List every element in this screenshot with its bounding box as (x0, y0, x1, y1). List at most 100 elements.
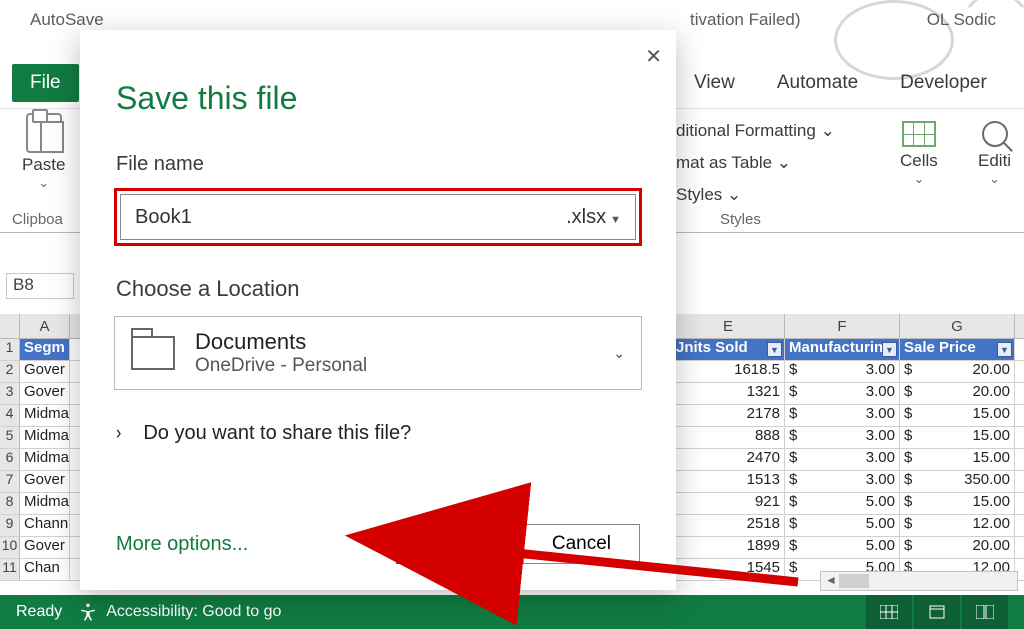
filter-icon[interactable]: ▼ (767, 342, 782, 357)
cell-segment[interactable]: Segm (20, 339, 70, 360)
save-file-dialog: ✕ Save this file File name .xlsx▼ Choose… (80, 30, 676, 590)
page-break-view-icon[interactable] (962, 595, 1008, 629)
cell[interactable]: 1513 (672, 471, 785, 492)
cell[interactable]: 888 (672, 427, 785, 448)
tab-view[interactable]: View (680, 72, 749, 94)
cell[interactable]: $5.00 (785, 537, 900, 558)
location-picker[interactable]: Documents OneDrive - Personal ⌄ (114, 316, 642, 390)
cell-segment[interactable]: Gover (20, 361, 70, 382)
cell[interactable]: $3.00 (785, 383, 900, 404)
cell[interactable]: $350.00 (900, 471, 1015, 492)
filter-icon[interactable]: ▼ (997, 342, 1012, 357)
cell[interactable]: 921 (672, 493, 785, 514)
cell[interactable]: $20.00 (900, 361, 1015, 382)
row-number[interactable]: 8 (0, 493, 20, 514)
column-header[interactable]: E (672, 314, 785, 338)
chevron-down-icon: ⌄ (613, 345, 625, 362)
row-number[interactable]: 10 (0, 537, 20, 558)
editing-dropdown-icon[interactable]: ⌄ (978, 171, 1011, 187)
row-number[interactable]: 11 (0, 559, 20, 580)
paste-dropdown-icon[interactable]: ⌄ (22, 175, 65, 191)
cells-group[interactable]: Cells ⌄ (900, 121, 938, 187)
cell-segment[interactable]: Chan (20, 559, 70, 580)
cell[interactable]: $12.00 (900, 515, 1015, 536)
row-number[interactable]: 1 (0, 339, 20, 360)
horizontal-scrollbar[interactable] (820, 571, 1018, 591)
name-box[interactable]: B8 (6, 273, 74, 299)
cell-segment[interactable]: Midma (20, 405, 70, 426)
cell[interactable]: $3.00 (785, 449, 900, 470)
cell[interactable]: 1545 (672, 559, 785, 580)
cancel-button[interactable]: Cancel (523, 524, 640, 564)
filter-icon[interactable]: ▼ (882, 342, 897, 357)
format-as-table-button[interactable]: mat as Table ⌄ (676, 147, 835, 179)
normal-view-icon[interactable] (866, 595, 912, 629)
cell[interactable]: $15.00 (900, 449, 1015, 470)
tab-automate[interactable]: Automate (763, 72, 872, 94)
cell[interactable]: Sale Price▼ (900, 339, 1015, 360)
cell[interactable]: $15.00 (900, 493, 1015, 514)
cell[interactable]: 2470 (672, 449, 785, 470)
column-header[interactable]: F (785, 314, 900, 338)
cell[interactable]: $3.00 (785, 471, 900, 492)
row-number[interactable]: 2 (0, 361, 20, 382)
page-layout-view-icon[interactable] (914, 595, 960, 629)
conditional-formatting-button[interactable]: ditional Formatting ⌄ (676, 115, 835, 147)
cell[interactable]: $3.00 (785, 361, 900, 382)
cell[interactable]: 1321 (672, 383, 785, 404)
cell-styles-button[interactable]: Styles ⌄ (676, 179, 835, 211)
cell-segment[interactable]: Midma (20, 427, 70, 448)
row-number[interactable]: 5 (0, 427, 20, 448)
file-tab[interactable]: File (12, 64, 79, 102)
activation-status: tivation Failed) (690, 10, 801, 30)
row-number[interactable]: 4 (0, 405, 20, 426)
cell[interactable]: $3.00 (785, 427, 900, 448)
user-name: OL Sodic (927, 10, 996, 30)
cell[interactable]: Manufacturin▼ (785, 339, 900, 360)
cell-segment[interactable]: Midma (20, 449, 70, 470)
cell[interactable]: 2178 (672, 405, 785, 426)
cell[interactable]: 1618.5 (672, 361, 785, 382)
tab-developer[interactable]: Developer (886, 72, 1001, 94)
cell-segment[interactable]: Gover (20, 383, 70, 404)
cell[interactable]: 1899 (672, 537, 785, 558)
cell[interactable]: $15.00 (900, 405, 1015, 426)
row-number[interactable]: 9 (0, 515, 20, 536)
cells-icon (902, 121, 936, 147)
filename-row: .xlsx▼ (120, 194, 636, 240)
cell[interactable]: $20.00 (900, 383, 1015, 404)
cell[interactable]: Jnits Sold▼ (672, 339, 785, 360)
tab-help[interactable]: Help (1015, 72, 1024, 94)
cell[interactable]: $3.00 (785, 405, 900, 426)
cell-segment[interactable]: Gover (20, 471, 70, 492)
save-button[interactable]: Save (396, 524, 511, 564)
cell[interactable]: $5.00 (785, 493, 900, 514)
cells-dropdown-icon[interactable]: ⌄ (900, 171, 938, 187)
cells-label: Cells (900, 151, 938, 171)
cell[interactable]: $5.00 (785, 515, 900, 536)
folder-icon (131, 336, 175, 370)
close-icon[interactable]: ✕ (645, 44, 662, 69)
row-number[interactable]: 7 (0, 471, 20, 492)
cell-segment[interactable]: Midma (20, 493, 70, 514)
column-header[interactable]: G (900, 314, 1015, 338)
column-header[interactable]: A (20, 314, 70, 338)
row-number[interactable]: 6 (0, 449, 20, 470)
accessibility-status[interactable]: Accessibility: Good to go (106, 603, 281, 621)
cell-segment[interactable]: Gover (20, 537, 70, 558)
more-options-link[interactable]: More options... (116, 533, 248, 556)
file-extension-dropdown[interactable]: .xlsx▼ (561, 206, 621, 229)
chevron-down-icon: ▼ (610, 214, 621, 226)
row-number[interactable]: 3 (0, 383, 20, 404)
editing-group[interactable]: Editi ⌄ (978, 121, 1011, 187)
column-header[interactable] (0, 314, 20, 338)
share-file-expander[interactable]: › Do you want to share this file? (116, 422, 676, 445)
cell[interactable]: $20.00 (900, 537, 1015, 558)
styles-commands: ditional Formatting ⌄ mat as Table ⌄ Sty… (676, 115, 835, 211)
search-icon (982, 121, 1008, 147)
cell[interactable]: 2518 (672, 515, 785, 536)
paste-group[interactable]: Paste ⌄ (22, 113, 65, 191)
cell[interactable]: $15.00 (900, 427, 1015, 448)
filename-input[interactable] (135, 206, 561, 229)
cell-segment[interactable]: Chann (20, 515, 70, 536)
